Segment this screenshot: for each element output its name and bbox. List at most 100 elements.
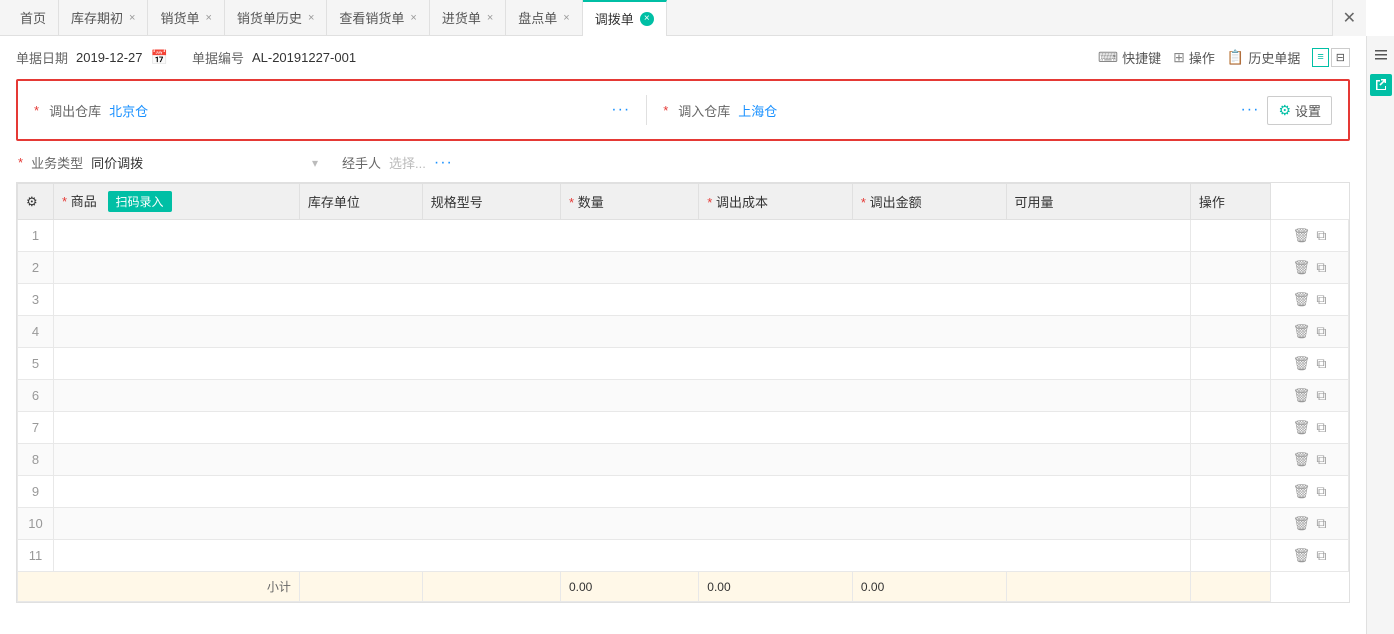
row-ops-4[interactable]: 🗑 ⧉ (1270, 316, 1348, 348)
operations-button[interactable]: ⊞ 操作 (1173, 48, 1215, 67)
tab-stocktake-close[interactable]: × (563, 12, 569, 24)
tab-sales-order-close[interactable]: × (205, 12, 211, 24)
copy-icon-1[interactable]: ⧉ (1316, 227, 1326, 244)
form-divider-1 (646, 95, 647, 125)
business-type-value[interactable]: 同价调拨 (91, 153, 304, 172)
row-product-9[interactable] (54, 476, 1191, 508)
row-ops-10[interactable]: 🗑 ⧉ (1270, 508, 1348, 540)
calendar-icon[interactable]: 📅 (151, 49, 168, 66)
row-available-4 (1190, 316, 1270, 348)
tab-view-sales[interactable]: 查看销货单 × (327, 0, 429, 36)
column-product-label: 商品 (71, 194, 97, 209)
transfer-in-value[interactable]: 上海仓 (738, 101, 777, 120)
delete-icon-2[interactable]: 🗑 (1293, 259, 1311, 276)
row-product-8[interactable] (54, 444, 1191, 476)
copy-icon-9[interactable]: ⧉ (1316, 483, 1326, 500)
column-amount: * 调出金额 (852, 184, 1006, 220)
handler-placeholder[interactable]: 选择... (389, 153, 426, 172)
row-available-5 (1190, 348, 1270, 380)
column-cost-label: 调出成本 (716, 195, 768, 210)
warehouse-form-section: * 调出仓库 北京仓 ··· * 调入仓库 上海仓 ··· ⚙ 设置 (16, 79, 1350, 141)
tab-purchase-order[interactable]: 进货单 × (430, 0, 506, 36)
copy-icon-7[interactable]: ⧉ (1316, 419, 1326, 436)
row-ops-1[interactable]: 🗑 ⧉ (1270, 220, 1348, 252)
business-type-dropdown[interactable]: ▾ (312, 156, 318, 170)
shortcut-button[interactable]: ⌨ 快捷键 (1098, 48, 1161, 67)
sidebar-list-icon[interactable] (1370, 44, 1392, 66)
subtotal-unit (299, 572, 422, 602)
transfer-in-more-button[interactable]: ··· (1240, 101, 1259, 119)
row-product-7[interactable] (54, 412, 1191, 444)
tab-stocktake-label: 盘点单 (518, 8, 557, 27)
row-product-5[interactable] (54, 348, 1191, 380)
table-row: 1 🗑 ⧉ (18, 220, 1349, 252)
subtotal-row: 小计 0.00 0.00 0.00 (18, 572, 1349, 602)
transfer-in-required: * (663, 103, 668, 118)
row-ops-8[interactable]: 🗑 ⧉ (1270, 444, 1348, 476)
copy-icon-11[interactable]: ⧉ (1316, 547, 1326, 564)
number-field: 单据编号 AL-20191227-001 (192, 48, 356, 67)
sidebar-external-icon[interactable] (1370, 74, 1392, 96)
tab-purchase-order-label: 进货单 (442, 8, 481, 27)
row-ops-2[interactable]: 🗑 ⧉ (1270, 252, 1348, 284)
close-window-button[interactable]: ✕ (1332, 0, 1366, 36)
copy-icon-10[interactable]: ⧉ (1316, 515, 1326, 532)
transfer-out-more-button[interactable]: ··· (611, 101, 630, 119)
transfer-out-value[interactable]: 北京仓 (109, 101, 148, 120)
tab-home-label: 首页 (20, 8, 46, 27)
tab-inventory-init-close[interactable]: × (129, 12, 135, 24)
tab-sales-order[interactable]: 销货单 × (148, 0, 224, 36)
copy-icon-3[interactable]: ⧉ (1316, 291, 1326, 308)
row-ops-11[interactable]: 🗑 ⧉ (1270, 540, 1348, 572)
gear-icon: ⚙ (26, 194, 38, 209)
handler-field: 经手人 选择... ··· (342, 153, 1348, 172)
row-product-11[interactable] (54, 540, 1191, 572)
tab-sales-history[interactable]: 销货单历史 × (225, 0, 327, 36)
settings-button[interactable]: ⚙ 设置 (1267, 96, 1332, 125)
copy-icon-5[interactable]: ⧉ (1316, 355, 1326, 372)
row-product-4[interactable] (54, 316, 1191, 348)
copy-icon-6[interactable]: ⧉ (1316, 387, 1326, 404)
layout-single-button[interactable]: ≡ (1312, 48, 1328, 67)
copy-icon-2[interactable]: ⧉ (1316, 259, 1326, 276)
tab-transfer[interactable]: 调拨单 × (583, 0, 667, 36)
delete-icon-1[interactable]: 🗑 (1293, 227, 1311, 244)
delete-icon-5[interactable]: 🗑 (1293, 355, 1311, 372)
row-product-10[interactable] (54, 508, 1191, 540)
row-product-6[interactable] (54, 380, 1191, 412)
row-product-3[interactable] (54, 284, 1191, 316)
history-button[interactable]: 📋 历史单据 (1227, 48, 1300, 67)
delete-icon-4[interactable]: 🗑 (1293, 323, 1311, 340)
column-unit-label: 库存单位 (308, 195, 360, 210)
delete-icon-3[interactable]: 🗑 (1293, 291, 1311, 308)
delete-icon-8[interactable]: 🗑 (1293, 451, 1311, 468)
delete-icon-9[interactable]: 🗑 (1293, 483, 1311, 500)
scan-entry-button[interactable]: 扫码录入 (108, 191, 172, 212)
copy-icon-8[interactable]: ⧉ (1316, 451, 1326, 468)
tab-transfer-close[interactable]: × (640, 12, 654, 26)
row-product-2[interactable] (54, 252, 1191, 284)
row-ops-7[interactable]: 🗑 ⧉ (1270, 412, 1348, 444)
handler-more-button[interactable]: ··· (434, 154, 453, 172)
column-gear[interactable]: ⚙ (18, 184, 54, 220)
transfer-out-label: 调出仓库 (49, 101, 101, 120)
layout-double-button[interactable]: ⊟ (1331, 48, 1350, 67)
tab-inventory-init[interactable]: 库存期初 × (59, 0, 148, 36)
row-ops-5[interactable]: 🗑 ⧉ (1270, 348, 1348, 380)
copy-icon-4[interactable]: ⧉ (1316, 323, 1326, 340)
tab-transfer-label: 调拨单 (595, 9, 634, 28)
row-product-1[interactable] (54, 220, 1191, 252)
delete-icon-7[interactable]: 🗑 (1293, 419, 1311, 436)
tab-home[interactable]: 首页 (8, 0, 59, 36)
tab-stocktake[interactable]: 盘点单 × (506, 0, 582, 36)
delete-icon-11[interactable]: 🗑 (1293, 547, 1311, 564)
delete-icon-10[interactable]: 🗑 (1293, 515, 1311, 532)
delete-icon-6[interactable]: 🗑 (1293, 387, 1311, 404)
row-ops-6[interactable]: 🗑 ⧉ (1270, 380, 1348, 412)
row-ops-9[interactable]: 🗑 ⧉ (1270, 476, 1348, 508)
tab-view-sales-close[interactable]: × (410, 12, 416, 24)
row-ops-3[interactable]: 🗑 ⧉ (1270, 284, 1348, 316)
tab-purchase-order-close[interactable]: × (487, 12, 493, 24)
data-table-wrapper: ⚙ * 商品 扫码录入 库存单位 规格型号 (16, 182, 1350, 603)
tab-sales-history-close[interactable]: × (308, 12, 314, 24)
